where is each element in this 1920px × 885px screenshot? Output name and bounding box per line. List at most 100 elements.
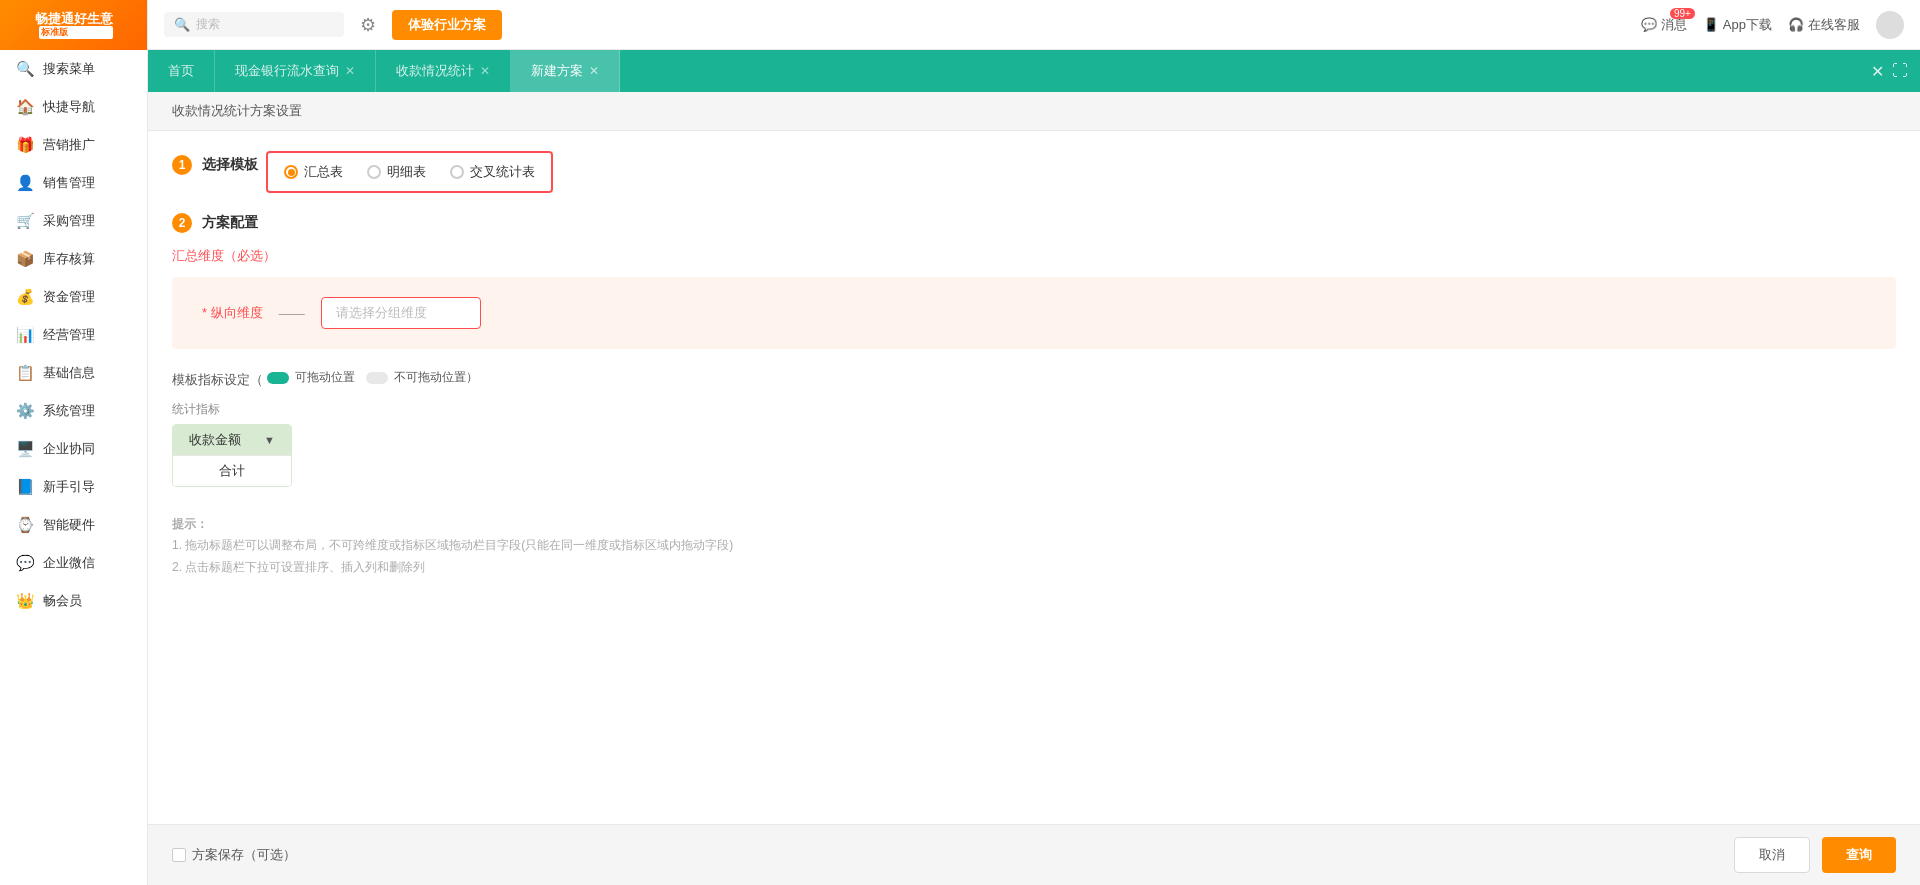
page-breadcrumb: 收款情况统计方案设置 xyxy=(148,92,1920,131)
gear-icon: ⚙️ xyxy=(16,402,35,420)
sidebar-item-system[interactable]: ⚙️ 系统管理 xyxy=(0,392,147,430)
sidebar-item-label: 智能硬件 xyxy=(43,516,95,534)
radio-detail-label: 明细表 xyxy=(387,163,426,181)
headset-icon: 🎧 xyxy=(1788,17,1804,32)
dimension-row: * 纵向维度 —— 请选择分组维度 xyxy=(202,297,1866,329)
logo-text: 畅捷通好生意 xyxy=(35,11,113,27)
dimension-group-label: 汇总维度（必选） xyxy=(172,247,1896,265)
sidebar-item-operation[interactable]: 📊 经营管理 xyxy=(0,316,147,354)
tab-new-plan[interactable]: 新建方案 ✕ xyxy=(511,50,620,92)
tab-new-plan-close[interactable]: ✕ xyxy=(589,64,599,78)
breadcrumb-text: 收款情况统计方案设置 xyxy=(172,103,302,118)
sidebar-item-finance[interactable]: 💰 资金管理 xyxy=(0,278,147,316)
home-icon: 🏠 xyxy=(16,98,35,116)
notification-icon: 💬 xyxy=(1641,17,1657,32)
non-draggable-badge: 不可拖动位置） xyxy=(366,369,478,386)
indicator-header: 模板指标设定（ 可拖动位置 不可拖动位置） xyxy=(172,369,1896,389)
radio-summary-dot xyxy=(288,169,295,176)
section2-header: 2 方案配置 xyxy=(172,213,1896,233)
tab-home[interactable]: 首页 xyxy=(148,50,215,92)
footer-buttons: 取消 查询 xyxy=(1734,837,1896,873)
sidebar-item-label: 搜索菜单 xyxy=(43,60,95,78)
query-button[interactable]: 查询 xyxy=(1822,837,1896,873)
sidebar-item-quick-nav[interactable]: 🏠 快捷导航 xyxy=(0,88,147,126)
stat-table-header[interactable]: 收款金额 ▼ xyxy=(173,425,291,455)
monitor-icon: 🖥️ xyxy=(16,440,35,458)
tab-bar: 首页 现金银行流水查询 ✕ 收款情况统计 ✕ 新建方案 ✕ ✕ ⛶ xyxy=(148,50,1920,92)
save-option[interactable]: 方案保存（可选） xyxy=(172,846,296,864)
book-icon: 📘 xyxy=(16,478,35,496)
tab-bank-flow-label: 现金银行流水查询 xyxy=(235,62,339,80)
download-label: App下载 xyxy=(1723,16,1772,34)
radio-cross-label: 交叉统计表 xyxy=(470,163,535,181)
section-template: 1 选择模板 汇总表 明细表 xyxy=(172,151,1896,193)
user-avatar[interactable] xyxy=(1876,11,1904,39)
cancel-button[interactable]: 取消 xyxy=(1734,837,1810,873)
save-option-label: 方案保存（可选） xyxy=(192,846,296,864)
close-window-icon[interactable]: ✕ xyxy=(1871,62,1884,81)
service-label: 在线客服 xyxy=(1808,16,1860,34)
tab-receivable-stat-close[interactable]: ✕ xyxy=(480,64,490,78)
sidebar-item-label: 经营管理 xyxy=(43,326,95,344)
topbar-right: 💬 消息 99+ 📱 App下载 🎧 在线客服 xyxy=(1641,11,1904,39)
tips-label: 提示： xyxy=(172,517,208,531)
service-item[interactable]: 🎧 在线客服 xyxy=(1788,16,1860,34)
radio-summary[interactable]: 汇总表 xyxy=(284,163,343,181)
sidebar-item-smart-hw[interactable]: ⌚ 智能硬件 xyxy=(0,506,147,544)
radio-cross[interactable]: 交叉统计表 xyxy=(450,163,535,181)
maximize-window-icon[interactable]: ⛶ xyxy=(1892,62,1908,80)
sidebar-item-corp-collab[interactable]: 🖥️ 企业协同 xyxy=(0,430,147,468)
sidebar: 畅捷通好生意 标准版 🔍 搜索菜单 🏠 快捷导航 🎁 营销推广 👤 销售管理 🛒… xyxy=(0,0,148,885)
tab-receivable-stat[interactable]: 收款情况统计 ✕ xyxy=(376,50,511,92)
sidebar-item-label: 资金管理 xyxy=(43,288,95,306)
section1-header-inner: 1 选择模板 xyxy=(172,155,258,175)
dimension-input[interactable]: 请选择分组维度 xyxy=(321,297,481,329)
box-icon: 📦 xyxy=(16,250,35,268)
save-checkbox[interactable] xyxy=(172,848,186,862)
sidebar-item-inventory[interactable]: 📦 库存核算 xyxy=(0,240,147,278)
sidebar-item-search-menu[interactable]: 🔍 搜索菜单 xyxy=(0,50,147,88)
draggable-toggle-on xyxy=(267,372,289,384)
stat-table-cell-total: 合计 xyxy=(173,455,291,486)
watch-icon: ⌚ xyxy=(16,516,35,534)
non-draggable-toggle xyxy=(366,372,388,384)
sidebar-item-sales[interactable]: 👤 销售管理 xyxy=(0,164,147,202)
chart-icon: 📊 xyxy=(16,326,35,344)
chevron-down-icon[interactable]: ▼ xyxy=(264,434,275,446)
radio-detail[interactable]: 明细表 xyxy=(367,163,426,181)
arrow-icon: —— xyxy=(279,306,305,321)
dimension-group-label-text: 汇总维度（必选） xyxy=(172,248,276,263)
sidebar-item-corp-wechat[interactable]: 💬 企业微信 xyxy=(0,544,147,582)
radio-summary-label: 汇总表 xyxy=(304,163,343,181)
notification-item[interactable]: 💬 消息 99+ xyxy=(1641,16,1687,34)
download-icon: 📱 xyxy=(1703,17,1719,32)
search-box[interactable]: 🔍 搜索 xyxy=(164,12,344,37)
tips-section: 提示： 1. 拖动标题栏可以调整布局，不可跨维度或指标区域拖动栏目字段(只能在同… xyxy=(172,514,1896,579)
clipboard-icon: 📋 xyxy=(16,364,35,382)
section2-num: 2 xyxy=(172,213,192,233)
radio-summary-circle xyxy=(284,165,298,179)
topbar: 🔍 搜索 ⚙ 体验行业方案 💬 消息 99+ 📱 App下载 🎧 在线客服 xyxy=(148,0,1920,50)
section1-title: 选择模板 xyxy=(202,156,258,174)
tab-bank-flow-close[interactable]: ✕ xyxy=(345,64,355,78)
tab-new-plan-label: 新建方案 xyxy=(531,62,583,80)
vertical-dimension-label: * 纵向维度 xyxy=(202,304,263,322)
stat-table-header-inner: 收款金额 ▼ xyxy=(189,431,275,449)
sidebar-item-label: 企业协同 xyxy=(43,440,95,458)
download-item[interactable]: 📱 App下载 xyxy=(1703,16,1772,34)
stat-column-label: 收款金额 xyxy=(189,431,241,449)
crown-icon: 👑 xyxy=(16,592,35,610)
sidebar-item-marketing[interactable]: 🎁 营销推广 xyxy=(0,126,147,164)
main-area: 🔍 搜索 ⚙ 体验行业方案 💬 消息 99+ 📱 App下载 🎧 在线客服 首页 xyxy=(148,0,1920,885)
sidebar-item-member[interactable]: 👑 畅会员 xyxy=(0,582,147,620)
sidebar-item-purchase[interactable]: 🛒 采购管理 xyxy=(0,202,147,240)
section1-header: 1 选择模板 汇总表 明细表 xyxy=(172,151,1896,193)
trial-button[interactable]: 体验行业方案 xyxy=(392,10,502,40)
sidebar-item-guide[interactable]: 📘 新手引导 xyxy=(0,468,147,506)
sidebar-item-label: 基础信息 xyxy=(43,364,95,382)
settings-icon[interactable]: ⚙ xyxy=(360,14,376,36)
tab-bank-flow[interactable]: 现金银行流水查询 ✕ xyxy=(215,50,376,92)
window-controls: ✕ ⛶ xyxy=(1871,62,1920,81)
sidebar-item-basic-info[interactable]: 📋 基础信息 xyxy=(0,354,147,392)
tab-home-label: 首页 xyxy=(168,62,194,80)
